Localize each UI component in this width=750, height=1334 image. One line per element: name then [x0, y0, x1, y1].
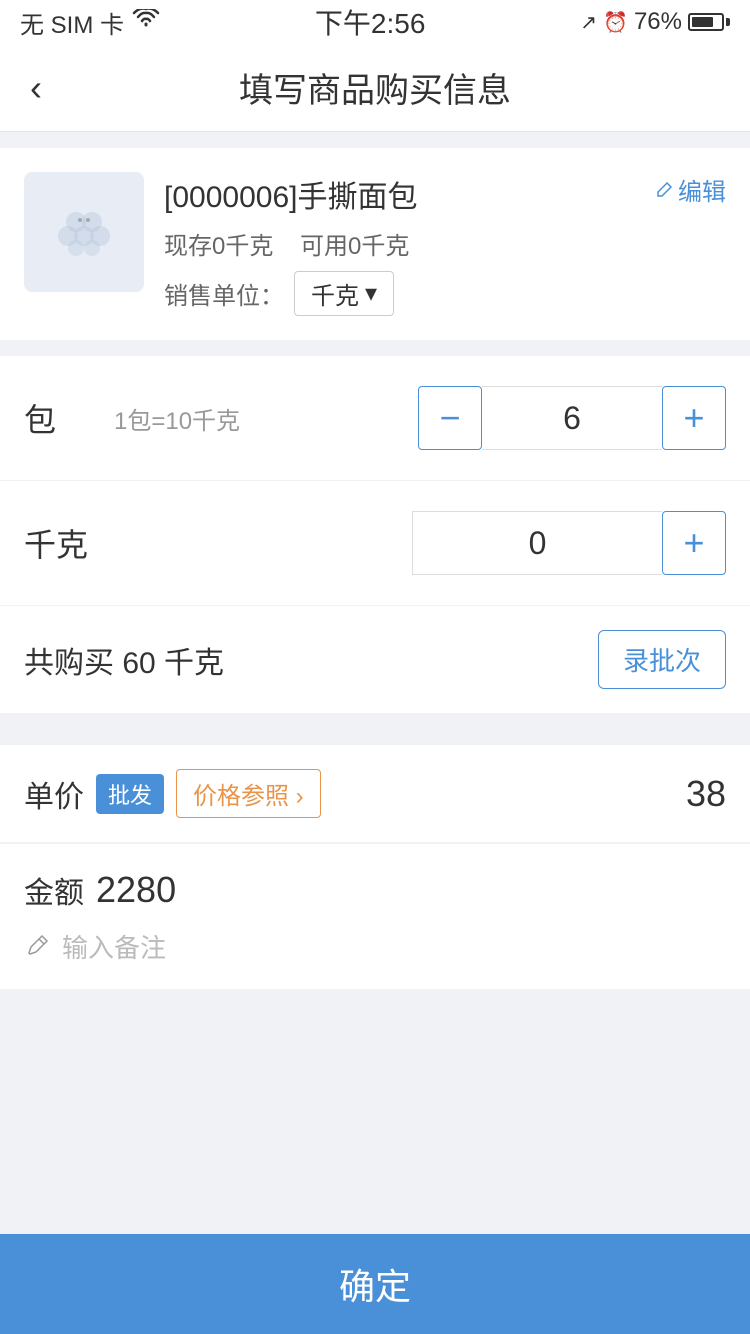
- product-card: [0000006]手撕面包 编辑 现存0千克 可用0千克 销售单位： 千克 ▾: [0, 148, 750, 340]
- qty-increase-bao[interactable]: +: [662, 386, 726, 450]
- qty-section: 包 1包=10千克 − + 千克 +: [0, 356, 750, 606]
- status-time: 下午2:56: [315, 2, 426, 42]
- location-icon: ↗: [580, 10, 597, 35]
- product-stock: 现存0千克 可用0千克: [164, 226, 726, 261]
- qty-increase-kg[interactable]: +: [662, 511, 726, 575]
- amount-label: 金额: [24, 868, 84, 912]
- qty-hint-bao: 1包=10千克: [104, 401, 418, 436]
- remark-placeholder: 输入备注: [62, 928, 166, 965]
- qty-input-kg[interactable]: [412, 511, 662, 575]
- battery-text: 76%: [634, 8, 682, 36]
- chevron-down-icon: ▾: [365, 279, 377, 308]
- total-text: 共购买 60 千克: [24, 638, 224, 682]
- amount-row: 金额 2280: [24, 868, 726, 912]
- status-right: ↗ ⏰ 76%: [580, 8, 730, 36]
- wifi-icon: [132, 8, 160, 36]
- remark-row[interactable]: 输入备注: [24, 928, 726, 965]
- total-section: 共购买 60 千克 录批次: [0, 606, 750, 713]
- alarm-icon: ⏰: [603, 10, 628, 35]
- product-info: [0000006]手撕面包 编辑 现存0千克 可用0千克 销售单位： 千克 ▾: [164, 172, 726, 316]
- unit-select[interactable]: 千克 ▾: [294, 271, 394, 316]
- amount-section: 金额 2280 输入备注: [0, 844, 750, 989]
- price-value: 38: [686, 773, 726, 815]
- status-bar: 无 SIM 卡 下午2:56 ↗ ⏰ 76%: [0, 0, 750, 44]
- qty-controls-kg: +: [412, 511, 726, 575]
- qty-controls-bao: − +: [418, 386, 726, 450]
- price-label-row: 单价 批发 价格参照 ›: [24, 769, 321, 818]
- qty-label-bao: 包: [24, 395, 104, 441]
- confirm-button[interactable]: 确定: [0, 1234, 750, 1334]
- battery-icon: [688, 13, 730, 31]
- edit-button[interactable]: 编辑: [654, 172, 726, 207]
- page-title: 填写商品购买信息: [239, 63, 511, 112]
- nav-bar: ‹ 填写商品购买信息: [0, 44, 750, 132]
- price-section: 单价 批发 价格参照 › 38: [0, 745, 750, 842]
- price-tag: 批发: [96, 774, 164, 814]
- carrier-text: 无 SIM 卡: [20, 5, 124, 40]
- amount-value: 2280: [96, 869, 176, 911]
- status-left: 无 SIM 卡: [20, 5, 160, 40]
- back-button[interactable]: ‹: [20, 57, 52, 119]
- product-unit-row: 销售单位： 千克 ▾: [164, 271, 726, 316]
- qty-row-bao: 包 1包=10千克 − +: [0, 356, 750, 481]
- qty-decrease-bao[interactable]: −: [418, 386, 482, 450]
- divider-1: [0, 340, 750, 356]
- qty-input-bao[interactable]: [482, 386, 662, 450]
- batch-button[interactable]: 录批次: [598, 630, 726, 689]
- price-label: 单价: [24, 772, 84, 816]
- product-name: [0000006]手撕面包: [164, 172, 417, 216]
- qty-row-kg: 千克 +: [0, 481, 750, 606]
- pencil-icon: [24, 933, 52, 961]
- qty-label-kg: 千克: [24, 520, 104, 566]
- price-ref-button[interactable]: 价格参照 ›: [176, 769, 321, 818]
- product-image: [24, 172, 144, 292]
- divider-2: [0, 713, 750, 729]
